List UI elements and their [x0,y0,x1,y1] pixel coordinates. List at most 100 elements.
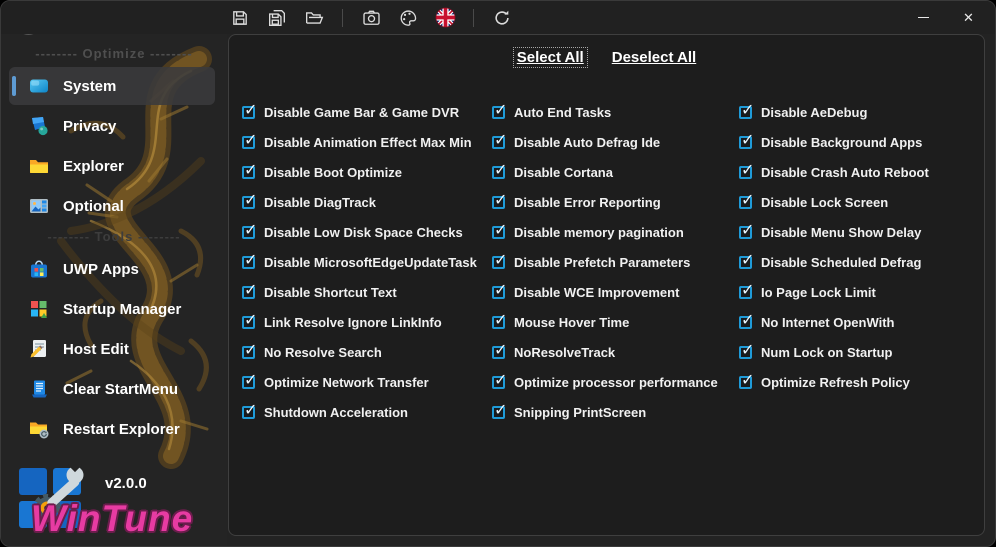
checkbox-checked[interactable] [242,106,255,119]
checkbox-checked[interactable] [739,316,752,329]
checkbox-row[interactable]: Optimize Network Transfer [242,367,487,397]
checkbox-row[interactable]: Disable Prefetch Parameters [492,247,737,277]
checkbox-label: Disable Cortana [514,165,613,180]
checkbox-row[interactable]: Disable WCE Improvement [492,277,737,307]
checkbox-row[interactable]: Io Page Lock Limit [739,277,984,307]
save-button[interactable] [229,7,251,29]
checkbox-row[interactable]: Disable MicrosoftEdgeUpdateTask [242,247,487,277]
checkbox-checked[interactable] [492,166,505,179]
checkbox-row[interactable]: Auto End Tasks [492,97,737,127]
deselect-all-link[interactable]: Deselect All [609,48,700,67]
checkbox-row[interactable]: Disable Scheduled Defrag [739,247,984,277]
checkbox-row[interactable]: Disable Background Apps [739,127,984,157]
checkbox-row[interactable]: Link Resolve Ignore LinkInfo [242,307,487,337]
checkbox-row[interactable]: Disable Auto Defrag Ide [492,127,737,157]
sidebar-item-restart-explorer[interactable]: Restart Explorer [9,410,215,448]
checkbox-checked[interactable] [492,346,505,359]
section-label-tools: -------- Tools -------- [1,229,227,244]
checkbox-checked[interactable] [242,196,255,209]
sidebar-item-label: Restart Explorer [63,421,180,438]
checkbox-row[interactable]: Disable Animation Effect Max Min [242,127,487,157]
checkbox-checked[interactable] [242,406,255,419]
checkbox-row[interactable]: Mouse Hover Time [492,307,737,337]
checkbox-label: Auto End Tasks [514,105,611,120]
checkbox-checked[interactable] [492,256,505,269]
sidebar-item-system[interactable]: System [9,67,215,105]
checkbox-checked[interactable] [242,136,255,149]
checkbox-row[interactable]: Disable Cortana [492,157,737,187]
checkbox-checked[interactable] [739,286,752,299]
checkbox-checked[interactable] [739,346,752,359]
checkbox-row[interactable]: Disable Menu Show Delay [739,217,984,247]
checkbox-checked[interactable] [492,376,505,389]
checkbox-checked[interactable] [492,286,505,299]
minimize-button[interactable] [901,1,946,34]
checkbox-label: Disable Auto Defrag Ide [514,135,660,150]
checkbox-row[interactable]: Disable Boot Optimize [242,157,487,187]
checkbox-row[interactable]: Disable AeDebug [739,97,984,127]
sidebar-item-optional[interactable]: Optional [9,187,215,225]
sidebar-item-host-edit[interactable]: Host Edit [9,330,215,368]
sidebar-item-explorer[interactable]: Explorer [9,147,215,185]
sidebar-item-uwp-apps[interactable]: UWP Apps [9,250,215,288]
checkbox-checked[interactable] [242,286,255,299]
open-file-button[interactable] [303,7,325,29]
minimize-icon [918,17,929,19]
selection-indicator [12,76,16,96]
checkbox-row[interactable]: Optimize processor performance [492,367,737,397]
checkbox-checked[interactable] [739,196,752,209]
sidebar-item-label: Host Edit [63,341,129,358]
theme-button[interactable] [397,7,419,29]
close-button[interactable]: ✕ [946,1,991,34]
checkbox-checked[interactable] [739,106,752,119]
checkbox-row[interactable]: Disable Shortcut Text [242,277,487,307]
language-button[interactable] [434,7,456,29]
checkbox-row[interactable]: Disable Lock Screen [739,187,984,217]
checkbox-checked[interactable] [492,406,505,419]
checkbox-label: Disable Boot Optimize [264,165,402,180]
checkbox-row[interactable]: Snipping PrintScreen [492,397,737,427]
checkbox-row[interactable]: NoResolveTrack [492,337,737,367]
checkbox-row[interactable]: No Resolve Search [242,337,487,367]
checkbox-checked[interactable] [492,316,505,329]
checkbox-checked[interactable] [492,226,505,239]
checkbox-row[interactable]: Shutdown Acceleration [242,397,487,427]
save-all-button[interactable] [266,7,288,29]
checkbox-checked[interactable] [242,316,255,329]
checkbox-checked[interactable] [739,256,752,269]
checkbox-checked[interactable] [739,166,752,179]
checkbox-row[interactable]: Optimize Refresh Policy [739,367,984,397]
checkbox-row[interactable]: Disable DiagTrack [242,187,487,217]
sidebar-item-startup-manager[interactable]: Startup Manager [9,290,215,328]
checkbox-checked[interactable] [739,376,752,389]
sidebar-item-clear-startmenu[interactable]: Clear StartMenu [9,370,215,408]
sidebar-item-privacy[interactable]: Privacy [9,107,215,145]
checkbox-checked[interactable] [492,196,505,209]
checkbox-row[interactable]: No Internet OpenWith [739,307,984,337]
checkbox-checked[interactable] [242,226,255,239]
checkbox-row[interactable]: Disable Game Bar & Game DVR [242,97,487,127]
checkbox-row[interactable]: Disable memory pagination [492,217,737,247]
checkbox-label: Disable Prefetch Parameters [514,255,690,270]
checkbox-checked[interactable] [739,136,752,149]
checkbox-label: No Resolve Search [264,345,382,360]
checkbox-checked[interactable] [739,226,752,239]
checkbox-checked[interactable] [242,166,255,179]
checkbox-row[interactable]: Num Lock on Startup [739,337,984,367]
checkbox-checked[interactable] [492,136,505,149]
checkbox-row[interactable]: Disable Low Disk Space Checks [242,217,487,247]
checkbox-checked[interactable] [492,106,505,119]
checkbox-label: Optimize processor performance [514,375,718,390]
optional-icon [28,195,50,217]
screenshot-button[interactable] [360,7,382,29]
checkbox-row[interactable]: Disable Error Reporting [492,187,737,217]
checkbox-checked[interactable] [242,256,255,269]
host-edit-icon [28,338,50,360]
checkbox-row[interactable]: Disable Crash Auto Reboot [739,157,984,187]
checkbox-checked[interactable] [242,346,255,359]
refresh-button[interactable] [491,7,513,29]
checkbox-label: Disable MicrosoftEdgeUpdateTask [264,255,477,270]
version-label: v2.0.0 [105,475,147,492]
select-all-link[interactable]: Select All [514,48,587,67]
checkbox-checked[interactable] [242,376,255,389]
